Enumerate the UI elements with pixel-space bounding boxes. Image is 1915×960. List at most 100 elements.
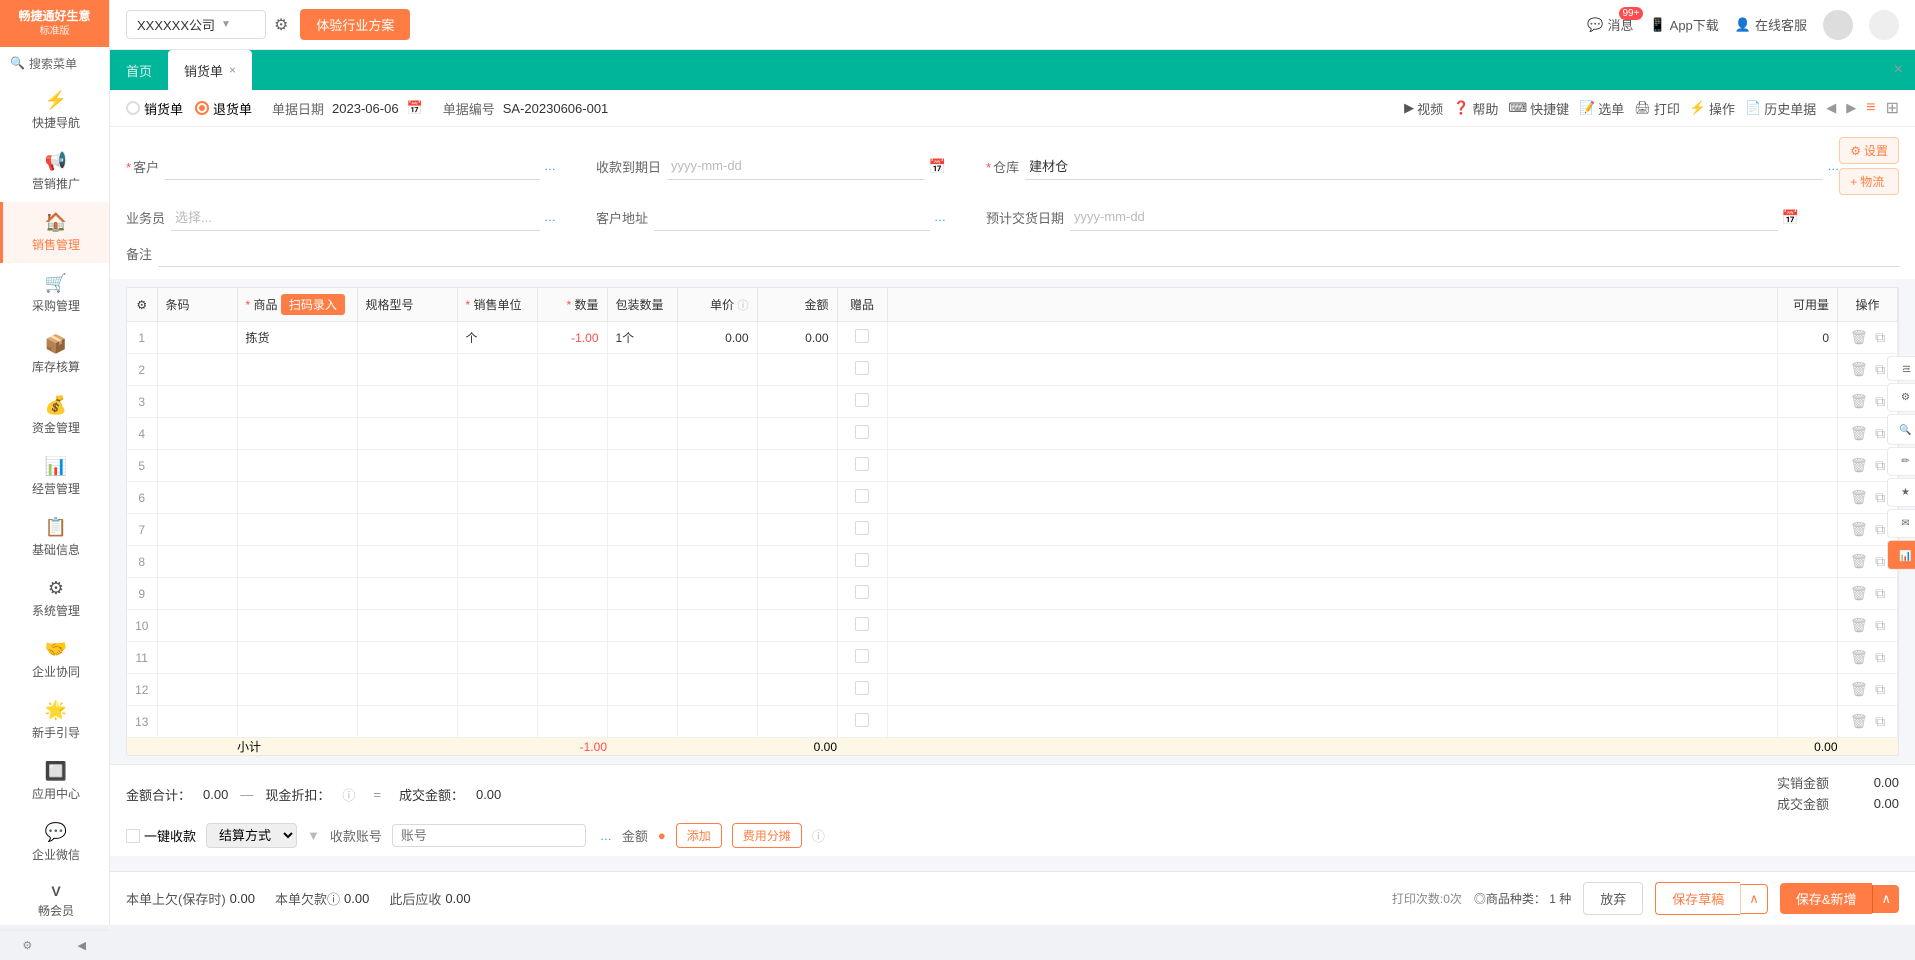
expense-help-icon[interactable]: ⓘ: [812, 826, 825, 845]
row-amount[interactable]: [757, 578, 837, 610]
rf-btn-4[interactable]: ✏: [1887, 446, 1915, 475]
save-new-btn[interactable]: 保存&新增: [1780, 883, 1873, 914]
sidebar-settings-btn[interactable]: ⚙: [0, 931, 55, 960]
row-barcode[interactable]: [157, 642, 237, 674]
row-unitprice[interactable]: [677, 514, 757, 546]
topbar-gear-icon[interactable]: ⚙: [274, 15, 288, 35]
row-unitprice[interactable]: [677, 354, 757, 386]
sidebar-item-marketing[interactable]: 📢 营销推广: [0, 141, 109, 202]
sidebar-item-biz[interactable]: 📊 经营管理: [0, 446, 109, 507]
row-unitprice[interactable]: [677, 674, 757, 706]
row-unit[interactable]: [457, 546, 537, 578]
row-pkgqty[interactable]: [607, 482, 677, 514]
row-delete-icon[interactable]: 🗑: [1850, 361, 1868, 377]
one-click-pay-check[interactable]: 一键收款: [126, 826, 196, 845]
account-input[interactable]: [392, 824, 586, 847]
row-unit[interactable]: [457, 706, 537, 738]
save-draft-arrow-btn[interactable]: ∧: [1740, 884, 1768, 914]
row-pkgqty[interactable]: 1个: [607, 322, 677, 354]
row-product[interactable]: [237, 642, 357, 674]
user-avatar[interactable]: [1823, 10, 1853, 40]
row-spec[interactable]: [357, 354, 457, 386]
view-grid-icon[interactable]: ⊞: [1886, 98, 1899, 118]
trial-btn[interactable]: 体验行业方案: [300, 9, 410, 40]
row-unitprice[interactable]: [677, 642, 757, 674]
row-unit[interactable]: [457, 482, 537, 514]
salesperson-more-icon[interactable]: …: [544, 210, 556, 224]
history-action[interactable]: 📄 历史单据: [1745, 99, 1816, 118]
row-pkgqty[interactable]: [607, 642, 677, 674]
radio-return-order[interactable]: 退货单: [195, 99, 252, 118]
row-gift[interactable]: [837, 546, 887, 578]
row-note[interactable]: [887, 610, 1778, 642]
row-pkgqty[interactable]: [607, 610, 677, 642]
row-spec[interactable]: [357, 706, 457, 738]
row-delete-icon[interactable]: 🗑: [1850, 649, 1868, 665]
warehouse-input[interactable]: 建材仓: [1025, 152, 1823, 180]
row-spec[interactable]: [357, 546, 457, 578]
print-action[interactable]: 🖨 打印: [1634, 99, 1680, 118]
row-amount[interactable]: 0.00: [757, 322, 837, 354]
row-delete-icon[interactable]: 🗑: [1850, 617, 1868, 633]
row-note[interactable]: [887, 706, 1778, 738]
account-more-icon[interactable]: …: [600, 829, 612, 843]
company-selector[interactable]: XXXXXX公司 ▼: [126, 10, 266, 39]
salesperson-input[interactable]: 选择...: [171, 203, 540, 231]
row-pkgqty[interactable]: [607, 354, 677, 386]
row-unitprice[interactable]: [677, 386, 757, 418]
row-delete-icon[interactable]: 🗑: [1850, 329, 1868, 345]
row-product[interactable]: [237, 546, 357, 578]
help-action[interactable]: ❓ 帮助: [1453, 99, 1498, 118]
customer-input[interactable]: [165, 152, 540, 180]
row-unit[interactable]: [457, 610, 537, 642]
row-note[interactable]: [887, 546, 1778, 578]
choose-action[interactable]: 📝 选单: [1579, 99, 1624, 118]
row-unit[interactable]: 个: [457, 322, 537, 354]
row-product[interactable]: 拣货: [237, 322, 357, 354]
row-note[interactable]: [887, 354, 1778, 386]
sidebar-collapse-btn[interactable]: ◀: [55, 931, 110, 960]
addr-more-icon[interactable]: …: [934, 210, 946, 224]
sidebar-item-quick-nav[interactable]: ⚡ 快捷导航: [0, 80, 109, 141]
row-barcode[interactable]: [157, 322, 237, 354]
view-list-icon[interactable]: ≡: [1866, 99, 1875, 117]
row-barcode[interactable]: [157, 578, 237, 610]
user-avatar2[interactable]: [1869, 10, 1899, 40]
row-qty[interactable]: [537, 610, 607, 642]
app-download-btn[interactable]: 📱 App下载: [1649, 15, 1718, 34]
delivery-calendar-icon[interactable]: 📅: [1782, 209, 1799, 226]
customer-addr-input[interactable]: [654, 203, 930, 231]
save-draft-btn[interactable]: 保存草稿: [1655, 882, 1740, 915]
row-pkgqty[interactable]: [607, 546, 677, 578]
rf-btn-1[interactable]: Itl: [1887, 355, 1915, 381]
row-copy-icon[interactable]: ⧉: [1875, 585, 1885, 601]
row-qty[interactable]: [537, 642, 607, 674]
row-note[interactable]: [887, 674, 1778, 706]
row-product[interactable]: [237, 386, 357, 418]
row-qty[interactable]: [537, 418, 607, 450]
row-gift[interactable]: [837, 354, 887, 386]
row-delete-icon[interactable]: 🗑: [1850, 457, 1868, 473]
row-unit[interactable]: [457, 418, 537, 450]
operation-action[interactable]: ⚡ 操作: [1690, 99, 1735, 118]
expense-split-btn[interactable]: 费用分摊: [732, 823, 802, 848]
payment-due-input[interactable]: yyyy-mm-dd: [667, 152, 925, 180]
row-copy-icon[interactable]: ⧉: [1875, 553, 1885, 569]
sidebar-item-appstore[interactable]: 🔲 应用中心: [0, 751, 109, 812]
row-amount[interactable]: [757, 418, 837, 450]
row-spec[interactable]: [357, 450, 457, 482]
row-unit[interactable]: [457, 386, 537, 418]
row-barcode[interactable]: [157, 482, 237, 514]
row-spec[interactable]: [357, 674, 457, 706]
row-barcode[interactable]: [157, 354, 237, 386]
row-amount[interactable]: [757, 482, 837, 514]
notification-btn[interactable]: 💬 消息 99+: [1587, 15, 1633, 34]
row-spec[interactable]: [357, 418, 457, 450]
row-note[interactable]: [887, 418, 1778, 450]
row-note[interactable]: [887, 450, 1778, 482]
row-pkgqty[interactable]: [607, 450, 677, 482]
row-copy-icon[interactable]: ⧉: [1875, 649, 1885, 665]
row-barcode[interactable]: [157, 386, 237, 418]
row-unit[interactable]: [457, 578, 537, 610]
row-amount[interactable]: [757, 610, 837, 642]
